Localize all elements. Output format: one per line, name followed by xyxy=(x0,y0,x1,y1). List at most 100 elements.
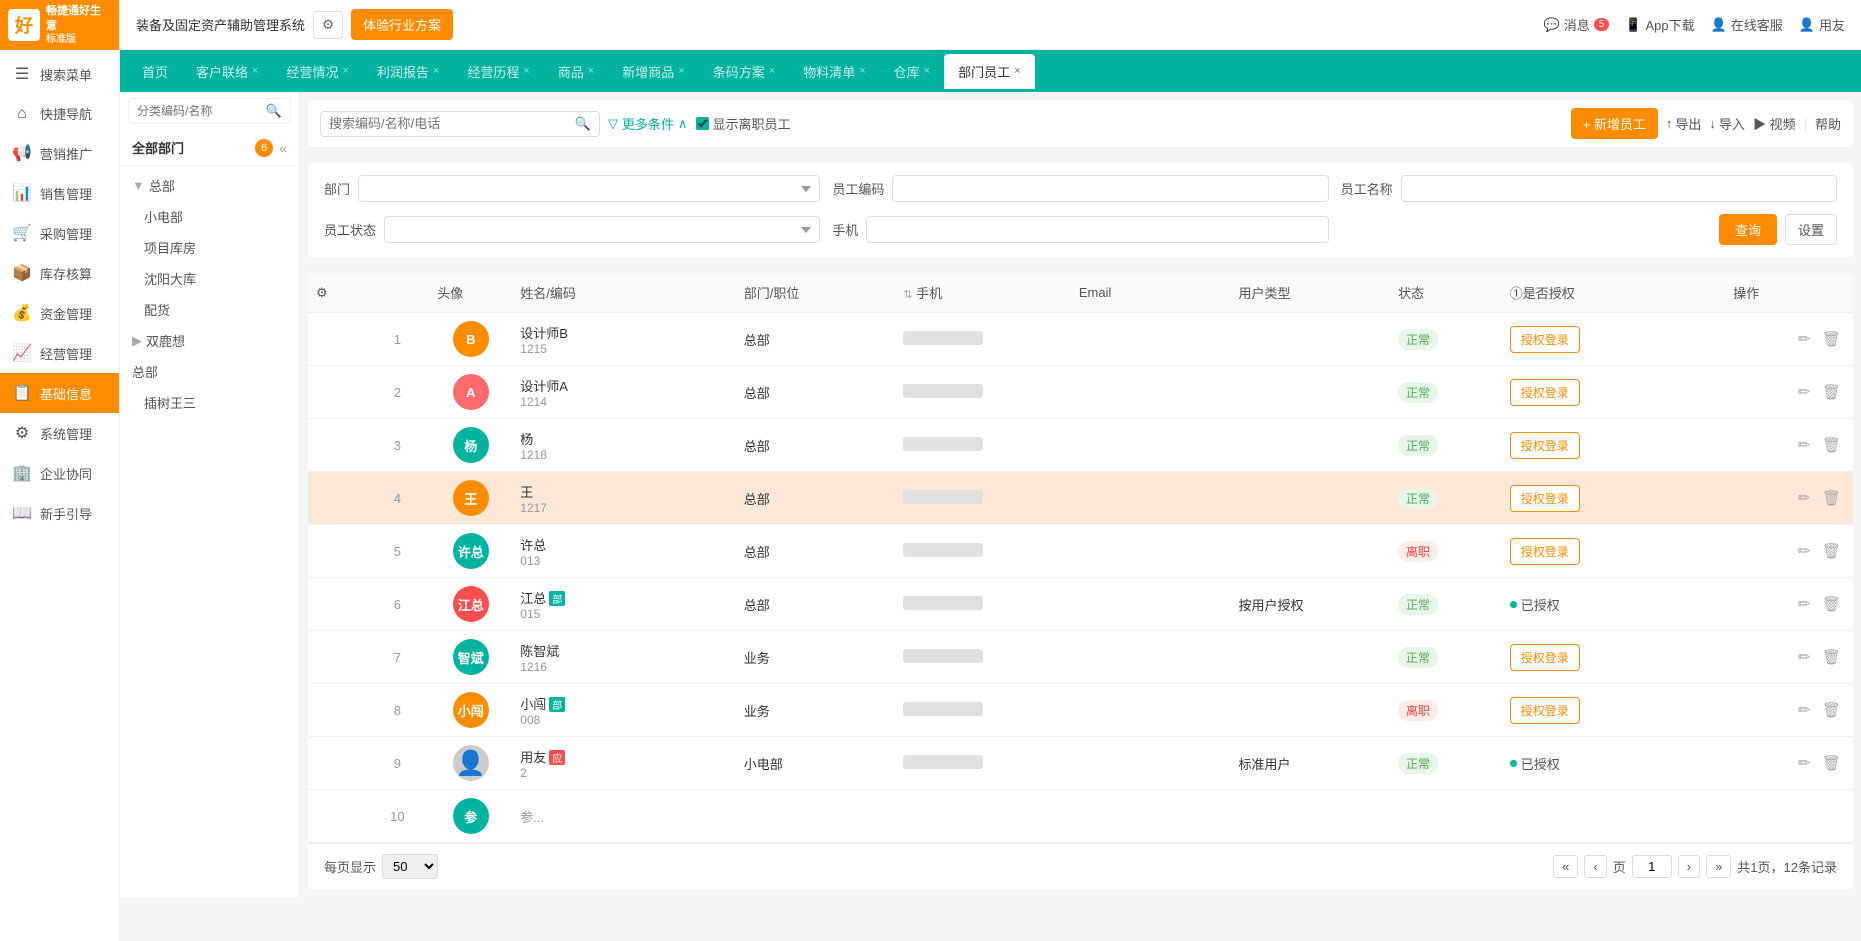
delete-button[interactable]: 🗑 xyxy=(1818,646,1845,668)
delete-button[interactable]: 🗑 xyxy=(1818,540,1845,562)
close-icon[interactable]: × xyxy=(1014,65,1020,77)
auth-login-button[interactable]: 授权登录 xyxy=(1510,379,1580,406)
auth-login-button[interactable]: 授权登录 xyxy=(1510,644,1580,671)
dept-item-project[interactable]: 项目库房 xyxy=(120,232,299,263)
edit-button[interactable]: ✏ xyxy=(1794,699,1815,721)
tab-operation[interactable]: 经营情况 × xyxy=(272,54,362,89)
app-download-action[interactable]: 📱 App下载 xyxy=(1625,15,1694,34)
sidebar-item-enterprise[interactable]: 🏢 企业协同 xyxy=(0,453,119,493)
th-name[interactable]: 姓名/编码 xyxy=(512,273,735,313)
delete-button[interactable]: 🗑 xyxy=(1818,487,1845,509)
th-phone[interactable]: ⇅ 手机 xyxy=(895,273,1071,313)
tab-bom[interactable]: 物料清单 × xyxy=(789,54,879,89)
auth-login-button[interactable]: 授权登录 xyxy=(1510,326,1580,353)
edit-button[interactable]: ✏ xyxy=(1794,593,1815,615)
close-icon[interactable]: × xyxy=(252,65,258,77)
delete-button[interactable]: 🗑 xyxy=(1818,328,1845,350)
row-auth[interactable]: 授权登录 xyxy=(1502,313,1725,366)
edit-button[interactable]: ✏ xyxy=(1794,752,1815,774)
phone-filter-input[interactable] xyxy=(866,216,1328,243)
last-page-button[interactable]: » xyxy=(1706,855,1731,878)
edit-button[interactable]: ✏ xyxy=(1794,540,1815,562)
query-button[interactable]: 查询 xyxy=(1719,214,1777,245)
sidebar-item-guide[interactable]: 📖 新手引导 xyxy=(0,493,119,533)
trial-button[interactable]: 体验行业方案 xyxy=(351,9,453,40)
collapse-icon[interactable]: « xyxy=(279,140,287,156)
edit-button[interactable]: ✏ xyxy=(1794,381,1815,403)
next-page-button[interactable]: › xyxy=(1678,855,1700,878)
close-icon[interactable]: × xyxy=(859,65,865,77)
tab-home[interactable]: 首页 xyxy=(128,54,182,89)
online-service-action[interactable]: 👤 在线客服 xyxy=(1711,15,1783,34)
sidebar-item-finance[interactable]: 💰 资金管理 xyxy=(0,293,119,333)
sidebar-item-purchase[interactable]: 🛒 采购管理 xyxy=(0,213,119,253)
row-auth[interactable]: 授权登录 xyxy=(1502,631,1725,684)
per-page-select[interactable]: 50 100 xyxy=(382,854,438,879)
status-filter-select[interactable] xyxy=(384,216,820,243)
sidebar-item-inventory[interactable]: 📦 库存核算 xyxy=(0,253,119,293)
dept-item-zongbu[interactable]: ▼ 总部 xyxy=(120,170,299,201)
view-button[interactable]: ▶ 视频 xyxy=(1753,114,1796,133)
sidebar-item-basic[interactable]: 📋 基础信息 xyxy=(0,373,119,413)
prev-page-button[interactable]: ‹ xyxy=(1584,855,1606,878)
close-icon[interactable]: × xyxy=(678,65,684,77)
delete-button[interactable]: 🗑 xyxy=(1818,381,1845,403)
empname-filter-input[interactable] xyxy=(1401,175,1837,202)
close-icon[interactable]: × xyxy=(523,65,529,77)
tab-employees[interactable]: 部门员工 × xyxy=(944,54,1034,89)
auth-login-button[interactable]: 授权登录 xyxy=(1510,538,1580,565)
th-dept[interactable]: 部门/职位 xyxy=(736,273,896,313)
sidebar-item-search[interactable]: ☰ 搜索菜单 xyxy=(0,54,119,94)
show-resigned-checkbox[interactable] xyxy=(696,117,709,130)
edit-button[interactable]: ✏ xyxy=(1794,487,1815,509)
row-auth[interactable]: 授权登录 xyxy=(1502,472,1725,525)
dept-item-shuanglu[interactable]: ▶ 双鹿想 xyxy=(120,325,299,356)
help-button[interactable]: 帮助 xyxy=(1815,114,1841,133)
more-conditions-btn[interactable]: ▽ 更多条件 ∧ xyxy=(608,114,688,133)
tab-history[interactable]: 经营历程 × xyxy=(453,54,543,89)
delete-button[interactable]: 🗑 xyxy=(1818,752,1845,774)
close-icon[interactable]: × xyxy=(342,65,348,77)
auth-login-button[interactable]: 授权登录 xyxy=(1510,432,1580,459)
row-auth[interactable]: 授权登录 xyxy=(1502,525,1725,578)
empcode-filter-input[interactable] xyxy=(892,175,1328,202)
close-icon[interactable]: × xyxy=(769,65,775,77)
edit-button[interactable]: ✏ xyxy=(1794,434,1815,456)
user-action[interactable]: 👤 用友 xyxy=(1799,15,1845,34)
row-auth[interactable]: 授权登录 xyxy=(1502,684,1725,737)
close-icon[interactable]: × xyxy=(433,65,439,77)
tab-new-goods[interactable]: 新增商品 × xyxy=(608,54,698,89)
auth-login-button[interactable]: 授权登录 xyxy=(1510,485,1580,512)
close-icon[interactable]: × xyxy=(588,65,594,77)
delete-button[interactable]: 🗑 xyxy=(1818,593,1845,615)
add-employee-button[interactable]: + 新增员工 xyxy=(1571,108,1658,139)
dept-search-input[interactable] xyxy=(137,104,262,118)
tab-barcode[interactable]: 条码方案 × xyxy=(699,54,789,89)
delete-button[interactable]: 🗑 xyxy=(1818,434,1845,456)
dept-item-chashuwang[interactable]: 插树王三 xyxy=(120,387,299,418)
edit-button[interactable]: ✏ xyxy=(1794,646,1815,668)
delete-button[interactable]: 🗑 xyxy=(1818,699,1845,721)
dept-item-xiaodiandept[interactable]: 小电部 xyxy=(120,201,299,232)
auth-login-button[interactable]: 授权登录 xyxy=(1510,697,1580,724)
import-button[interactable]: ↓ 导入 xyxy=(1709,114,1745,133)
dept-item-peihuo[interactable]: 配货 xyxy=(120,294,299,325)
dept-filter-select[interactable] xyxy=(358,175,820,202)
sidebar-item-system[interactable]: ⚙ 系统管理 xyxy=(0,413,119,453)
page-number-input[interactable] xyxy=(1632,855,1672,878)
close-icon[interactable]: × xyxy=(924,65,930,77)
tab-goods[interactable]: 商品 × xyxy=(544,54,608,89)
edit-button[interactable]: ✏ xyxy=(1794,328,1815,350)
set-button[interactable]: 设置 xyxy=(1785,214,1837,245)
row-auth[interactable]: 授权登录 xyxy=(1502,366,1725,419)
tab-profit[interactable]: 利润报告 × xyxy=(363,54,453,89)
search-input[interactable] xyxy=(329,116,571,131)
sidebar-item-quicknav[interactable]: ⌂ 快捷导航 xyxy=(0,94,119,133)
sidebar-item-sales[interactable]: 📊 销售管理 xyxy=(0,173,119,213)
row-auth[interactable]: 授权登录 xyxy=(1502,419,1725,472)
export-button[interactable]: ↑ 导出 xyxy=(1666,114,1702,133)
dept-item-shenyang[interactable]: 沈阳大库 xyxy=(120,263,299,294)
tab-warehouse[interactable]: 仓库 × xyxy=(880,54,944,89)
dept-item-zongbu2[interactable]: 总部 xyxy=(120,356,299,387)
sidebar-item-marketing[interactable]: 📢 营销推广 xyxy=(0,133,119,173)
